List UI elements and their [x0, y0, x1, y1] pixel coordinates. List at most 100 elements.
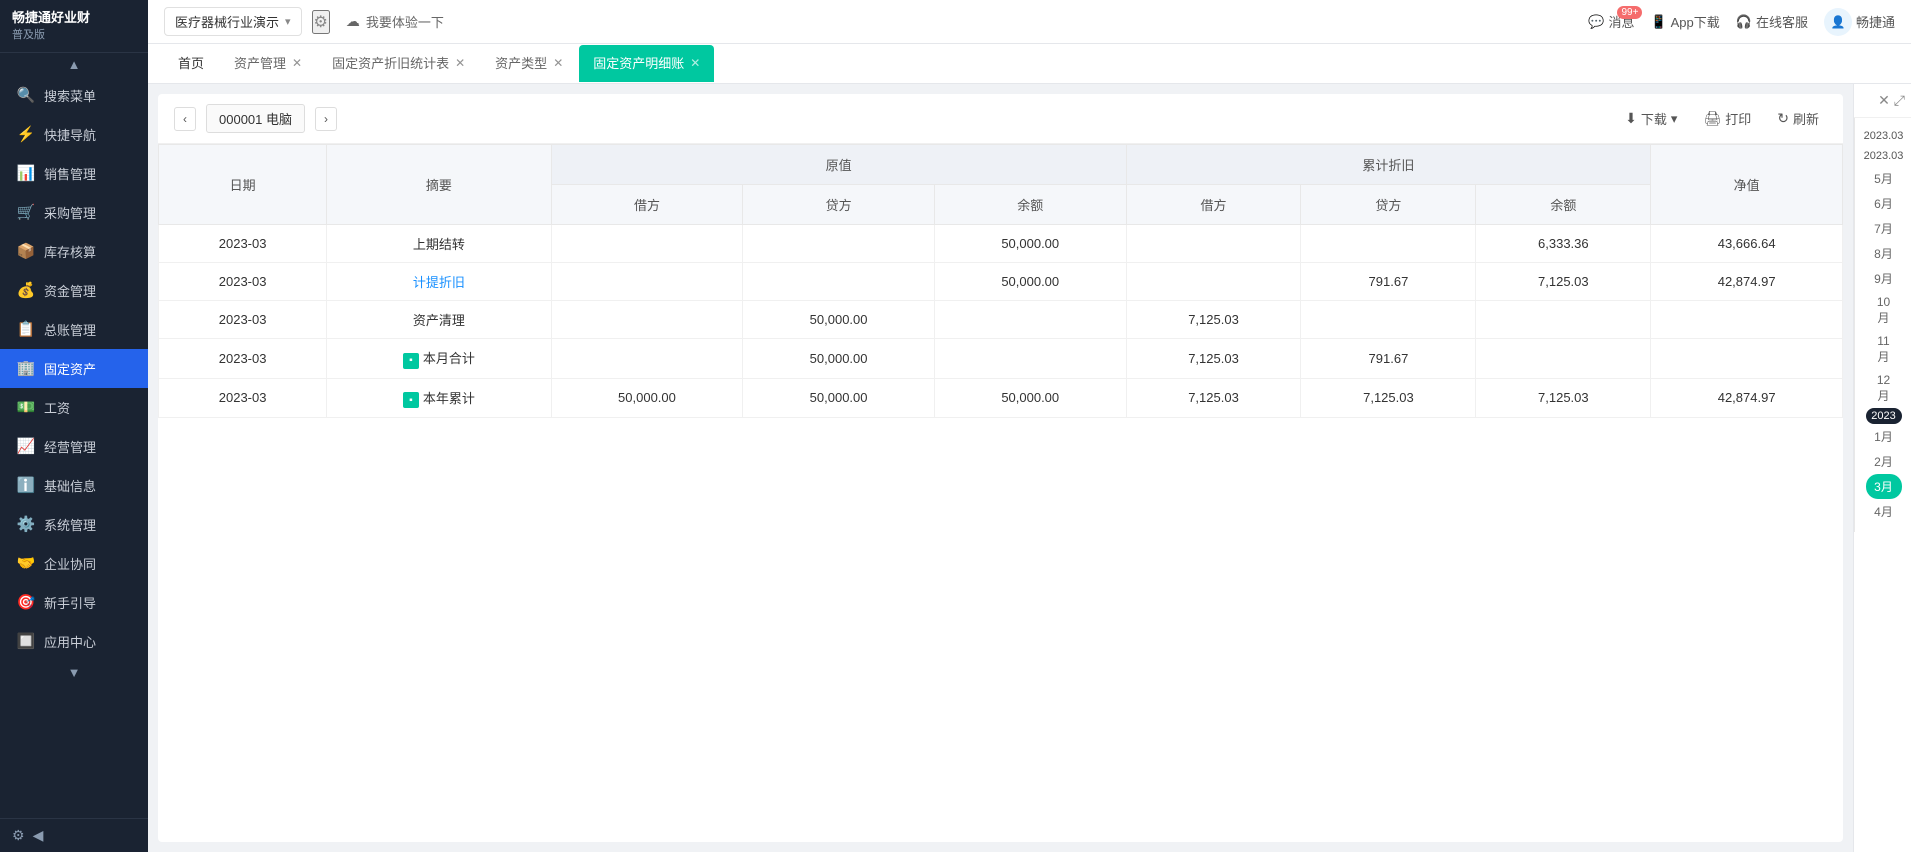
user-profile[interactable]: 👤 畅捷通: [1824, 8, 1895, 36]
sidebar-scroll-up[interactable]: ▲: [0, 53, 148, 76]
sidebar-item-apps[interactable]: 🔲 应用中心: [0, 622, 148, 661]
sidebar-item-inventory[interactable]: 📦 库存核算: [0, 232, 148, 271]
cell-orig-debit: [551, 263, 743, 301]
timeline-month-7[interactable]: 7月: [1866, 216, 1902, 241]
cell-accum-debit: 7,125.03: [1126, 378, 1301, 418]
tab-bar: 首页 资产管理 ✕ 固定资产折旧统计表 ✕ 资产类型 ✕ 固定资产明细账 ✕: [148, 44, 1911, 84]
sidebar-item-salary[interactable]: 💵 工资: [0, 388, 148, 427]
avatar: 👤: [1824, 8, 1852, 36]
service-icon: 🎧: [1736, 14, 1752, 30]
th-orig-credit: 贷方: [743, 185, 935, 225]
cell-net-value: 43,666.64: [1651, 225, 1843, 263]
timeline-month-10[interactable]: 10月: [1866, 291, 1902, 330]
company-selector[interactable]: 医疗器械行业演示 ▾: [164, 7, 302, 36]
tab-asset-mgmt[interactable]: 资产管理 ✕: [220, 45, 316, 82]
close-panel-btn[interactable]: ✕: [1878, 92, 1890, 109]
sidebar-item-sales[interactable]: 📊 销售管理: [0, 154, 148, 193]
print-btn[interactable]: 🖨 打印: [1695, 105, 1759, 132]
cell-orig-credit: 50,000.00: [743, 301, 935, 339]
cell-date: 2023-03: [159, 263, 327, 301]
timeline-month-4[interactable]: 4月: [1866, 499, 1902, 524]
cell-orig-debit: [551, 301, 743, 339]
cell-net-value: [1651, 339, 1843, 379]
download-label: 下载: [1641, 109, 1667, 128]
sidebar-item-operations[interactable]: 📈 经营管理: [0, 427, 148, 466]
sidebar-item-capital[interactable]: 💰 资金管理: [0, 271, 148, 310]
cell-accum-credit: [1301, 301, 1476, 339]
sidebar-item-label: 应用中心: [44, 632, 96, 651]
tab-close-icon[interactable]: ✕: [690, 56, 700, 70]
sidebar-item-fixed-assets[interactable]: 🏢 固定资产: [0, 349, 148, 388]
sidebar-item-label: 经营管理: [44, 437, 96, 456]
collapse-sidebar-btn[interactable]: ◀: [33, 827, 44, 844]
th-date: 日期: [159, 145, 327, 225]
sidebar-bottom: ⚙ ◀: [0, 818, 148, 852]
cell-orig-balance: [934, 301, 1126, 339]
tab-close-icon[interactable]: ✕: [455, 56, 465, 70]
tab-asset-type[interactable]: 资产类型 ✕: [481, 45, 577, 82]
notifications-btn[interactable]: 💬 消息 99+: [1588, 12, 1634, 31]
tab-home-label: 首页: [178, 53, 204, 72]
timeline-month-6[interactable]: 6月: [1866, 191, 1902, 216]
refresh-btn[interactable]: ↻ 刷新: [1769, 105, 1827, 132]
timeline-month-5[interactable]: 5月: [1866, 166, 1902, 191]
timeline-header1: 2023.03: [1862, 126, 1906, 146]
cell-summary: 上期结转: [327, 225, 551, 263]
cell-net-value: [1651, 301, 1843, 339]
customer-service-btn[interactable]: 🎧 在线客服: [1736, 12, 1808, 31]
th-net-value: 净值: [1651, 145, 1843, 225]
timeline-month-11[interactable]: 11月: [1866, 330, 1902, 369]
cell-orig-balance: 50,000.00: [934, 263, 1126, 301]
sidebar-item-collab[interactable]: 🤝 企业协同: [0, 544, 148, 583]
timeline-month-9[interactable]: 9月: [1866, 266, 1902, 291]
app-download-btn[interactable]: 📱 App下载: [1650, 12, 1719, 31]
sidebar-item-guide[interactable]: 🎯 新手引导: [0, 583, 148, 622]
chevron-down-icon: ▾: [1671, 111, 1678, 127]
sidebar-item-purchase[interactable]: 🛒 采购管理: [0, 193, 148, 232]
expand-panel-btn[interactable]: ⤢: [1894, 92, 1905, 109]
experience-button[interactable]: ☁ 我要体验一下: [346, 12, 444, 31]
tab-close-icon[interactable]: ✕: [292, 56, 302, 70]
timeline-month-8[interactable]: 8月: [1866, 241, 1902, 266]
cell-accum-debit: 7,125.03: [1126, 301, 1301, 339]
sidebar-scroll-down[interactable]: ▼: [0, 661, 148, 684]
ledger-icon: 📋: [16, 320, 36, 338]
timeline-month-2[interactable]: 2月: [1866, 449, 1902, 474]
search-icon: 🔍: [16, 86, 36, 104]
cell-orig-credit: [743, 225, 935, 263]
tab-close-icon[interactable]: ✕: [553, 56, 563, 70]
print-icon: 🖨: [1703, 110, 1721, 127]
summary-text: 本月合计: [423, 351, 475, 366]
building-icon: 🏢: [16, 359, 36, 377]
settings-bottom-icon[interactable]: ⚙: [12, 827, 25, 844]
sidebar-item-label: 库存核算: [44, 242, 96, 261]
tab-asset-mgmt-label: 资产管理: [234, 53, 286, 72]
sidebar-item-basic[interactable]: ℹ️ 基础信息: [0, 466, 148, 505]
th-orig-balance: 余额: [934, 185, 1126, 225]
next-asset-btn[interactable]: ›: [315, 107, 337, 131]
sidebar-item-system[interactable]: ⚙️ 系统管理: [0, 505, 148, 544]
cell-orig-balance: 50,000.00: [934, 378, 1126, 418]
tab-asset-detail[interactable]: 固定资产明细账 ✕: [579, 45, 714, 82]
summary-text[interactable]: 计提折旧: [413, 275, 465, 290]
sidebar-item-ledger[interactable]: 📋 总账管理: [0, 310, 148, 349]
download-btn[interactable]: ⬇ 下载 ▾: [1617, 105, 1685, 132]
cell-orig-debit: 50,000.00: [551, 378, 743, 418]
tab-home[interactable]: 首页: [164, 45, 218, 82]
settings-button[interactable]: ⚙: [312, 10, 330, 34]
sidebar: 畅捷通好业财 普及版 ▲ 🔍 搜索菜单 ⚡ 快捷导航 📊 销售管理 🛒 采购管理…: [0, 0, 148, 852]
timeline-month-12[interactable]: 12月: [1866, 369, 1902, 408]
prev-asset-btn[interactable]: ‹: [174, 107, 196, 131]
sidebar-item-search[interactable]: 🔍 搜索菜单: [0, 76, 148, 115]
timeline-month-3[interactable]: 3月: [1866, 474, 1902, 499]
logo-sub: 普及版: [12, 26, 136, 42]
cell-date: 2023-03: [159, 301, 327, 339]
notifications-badge: 99+: [1617, 6, 1642, 19]
target-icon: 🎯: [16, 593, 36, 611]
sidebar-item-label: 销售管理: [44, 164, 96, 183]
sidebar-item-quicknav[interactable]: ⚡ 快捷导航: [0, 115, 148, 154]
cell-accum-credit: 7,125.03: [1301, 378, 1476, 418]
tab-depreciation-label: 固定资产折旧统计表: [332, 53, 449, 72]
tab-depreciation-table[interactable]: 固定资产折旧统计表 ✕: [318, 45, 479, 82]
timeline-month-1[interactable]: 1月: [1866, 424, 1902, 449]
